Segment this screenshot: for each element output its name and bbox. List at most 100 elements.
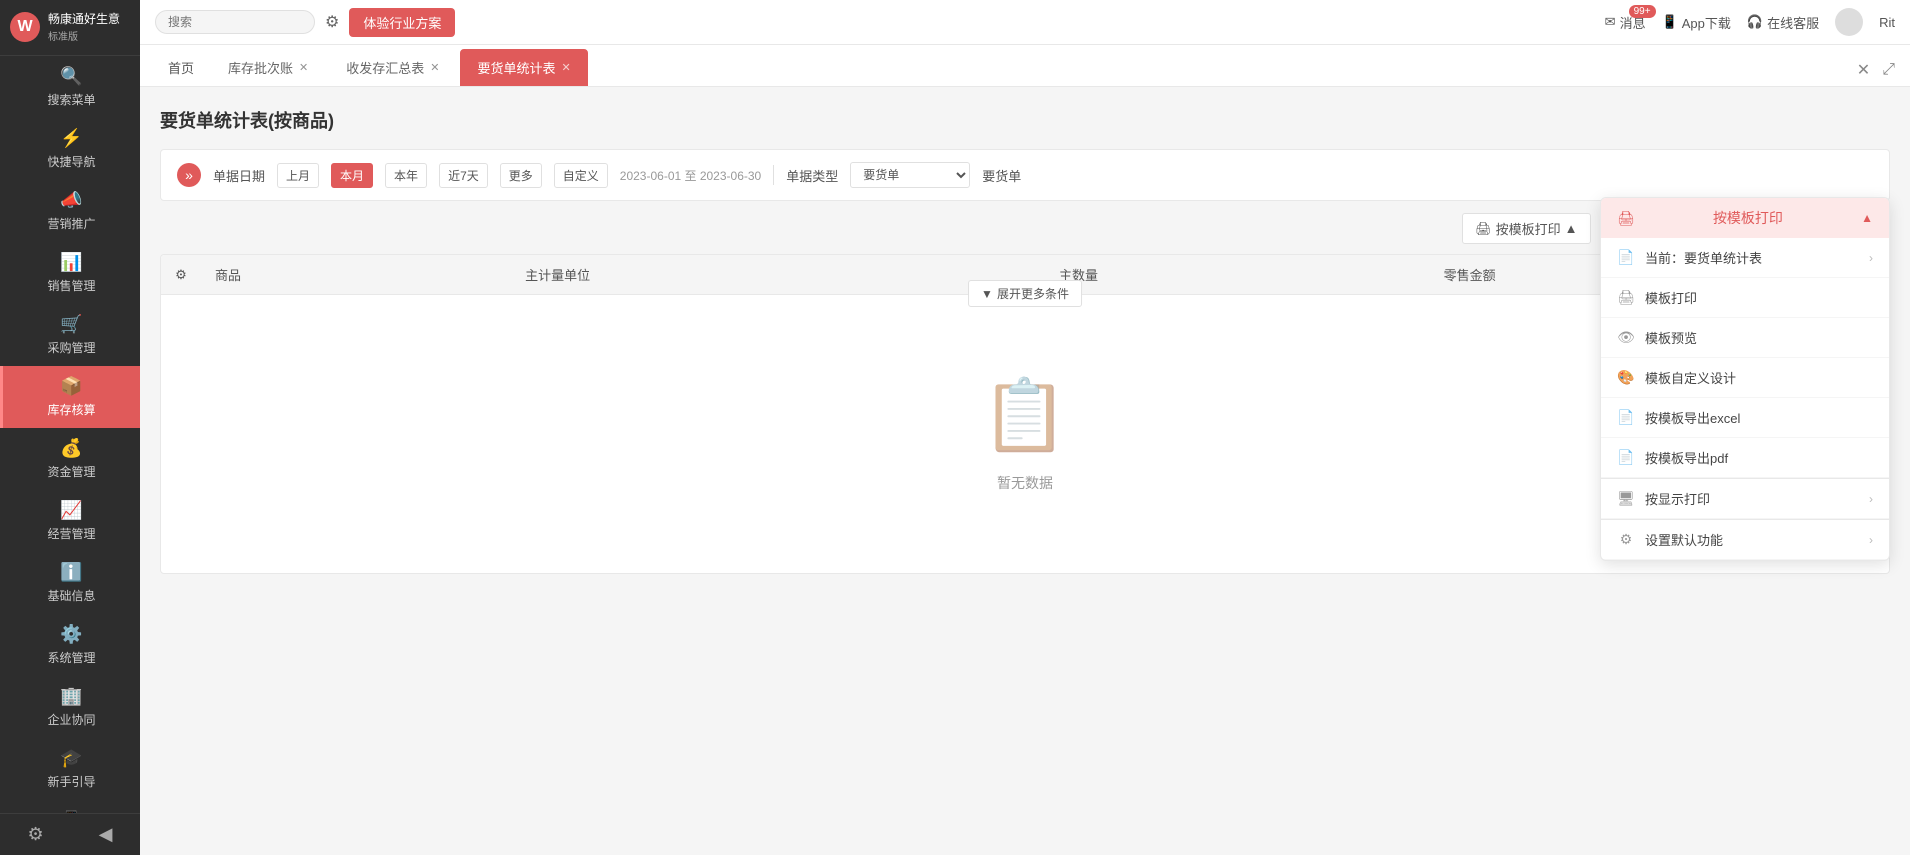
type-select[interactable]: 要货单 (850, 162, 970, 188)
table-header-settings[interactable]: ⚙ (161, 255, 201, 295)
inventory-icon: 📦 (60, 376, 82, 397)
date-btn-custom[interactable]: 自定义 (554, 163, 608, 188)
dropdown-printer-icon: 🖨 (1617, 210, 1635, 227)
dropdown-template-pdf-label: 按模板导出pdf (1645, 448, 1728, 467)
dropdown-current-arrow: › (1869, 251, 1873, 265)
marketing-icon: 📣 (60, 190, 82, 211)
sales-icon: 📊 (60, 252, 82, 273)
dropdown-current[interactable]: 📄 当前：要货单统计表 › (1601, 238, 1889, 278)
dropdown-template-preview[interactable]: 👁 模板预览 (1601, 318, 1889, 358)
trial-button[interactable]: 体验行业方案 (349, 8, 455, 37)
newguide-icon: 🎓 (60, 748, 82, 769)
sidebar-item-search[interactable]: 🔍 搜索菜单 (0, 56, 140, 118)
tab-inventory-batch[interactable]: 库存批次账 ✕ (211, 49, 325, 86)
topbar-right: ✉ 消息 99+ 📱 App下载 🎧 在线客服 Rit (1605, 8, 1895, 36)
tab-purchase-summary-close[interactable]: ✕ (562, 61, 571, 74)
app-download-btn[interactable]: 📱 App下载 (1662, 13, 1731, 32)
basic-icon: ℹ️ (60, 562, 82, 583)
dropdown-default-arrow: › (1869, 533, 1873, 547)
sidebar-item-sales[interactable]: 📊 销售管理 (0, 242, 140, 304)
sidebar-item-basic[interactable]: ℹ️ 基础信息 (0, 552, 140, 614)
sidebar-item-operations[interactable]: 📈 经营管理 (0, 490, 140, 552)
settings-bottom-icon[interactable]: ⚙ (28, 824, 44, 845)
message-badge: 99+ (1629, 5, 1656, 18)
sidebar-item-label: 销售管理 (47, 277, 95, 294)
dropdown-default-func-label: 设置默认功能 (1645, 530, 1723, 549)
sidebar-item-label: 经营管理 (47, 525, 95, 542)
window-maximize-icon[interactable]: ⤢ (1882, 61, 1895, 79)
app-name: 畅康通好生意 (48, 12, 120, 28)
dropdown-template-print[interactable]: 🖨 模板打印 (1601, 278, 1889, 318)
tab-purchase-summary[interactable]: 要货单统计表 ✕ (460, 49, 587, 86)
dropdown-template-pdf[interactable]: 📄 按模板导出pdf (1601, 438, 1889, 478)
dropdown-collapse-icon[interactable]: ▲ (1861, 211, 1873, 225)
purchase-icon: 🛒 (60, 314, 82, 335)
template-preview-icon: 👁 (1617, 329, 1635, 346)
sidebar-item-newguide[interactable]: 🎓 新手引导 (0, 738, 140, 800)
tab-inventory-batch-close[interactable]: ✕ (299, 61, 308, 74)
date-btn-this-month[interactable]: 本月 (331, 163, 373, 188)
sidebar-nav: 🔍 搜索菜单 ⚡ 快捷导航 📣 营销推广 📊 销售管理 🛒 采购管理 📦 库存核… (0, 56, 140, 813)
date-btn-7days[interactable]: 近7天 (439, 163, 488, 188)
dropdown-template-excel[interactable]: 📄 按模板导出excel (1601, 398, 1889, 438)
sidebar-item-inventory[interactable]: 📦 库存核算 (0, 366, 140, 428)
window-close-icon[interactable]: ✕ (1857, 60, 1870, 80)
dropdown-default-func[interactable]: ⚙ 设置默认功能 › (1601, 519, 1889, 560)
finance-icon: 💰 (60, 438, 82, 459)
gear-icon[interactable]: ⚙ (325, 12, 339, 32)
sidebar-item-label: 基础信息 (47, 587, 95, 604)
dropdown-display-print-label: 按显示打印 (1645, 489, 1710, 508)
template-print-icon: 🖨 (1617, 289, 1635, 306)
sidebar-item-enterprise[interactable]: 🏢 企业协同 (0, 676, 140, 738)
date-btn-this-year[interactable]: 本年 (385, 163, 427, 188)
sidebar-item-shortcut[interactable]: ⚡ 快捷导航 (0, 118, 140, 180)
filter-bar: » 单据日期 上月 本月 本年 近7天 更多 自定义 2023-06-01 至 … (160, 149, 1890, 201)
dropdown-header: 🖨 按模板打印 ▲ (1601, 198, 1889, 238)
tab-inventory-batch-label: 库存批次账 (228, 58, 293, 77)
current-template-icon: 📄 (1617, 249, 1635, 266)
tab-home[interactable]: 首页 (155, 49, 207, 86)
date-label: 单据日期 (213, 166, 265, 185)
table-settings-icon[interactable]: ⚙ (175, 267, 187, 282)
tab-collection-summary[interactable]: 收发存汇总表 ✕ (329, 49, 456, 86)
date-btn-last-month[interactable]: 上月 (277, 163, 319, 188)
filter-toggle-btn[interactable]: » (177, 163, 201, 187)
search-icon: 🔍 (60, 66, 82, 87)
date-range: 2023-06-01 至 2023-06-30 (620, 167, 761, 184)
dropdown-header-label: 按模板打印 (1713, 208, 1783, 228)
dropdown-template-design[interactable]: 🎨 模板自定义设计 (1601, 358, 1889, 398)
chevron-up-icon: ▲ (1565, 221, 1578, 236)
app-badge: 标准版 (48, 28, 120, 43)
sidebar-item-label: 库存核算 (47, 401, 95, 418)
sidebar-item-purchase[interactable]: 🛒 采购管理 (0, 304, 140, 366)
window-controls: ✕ ⤢ (1857, 60, 1895, 86)
online-service-btn[interactable]: 🎧 在线客服 (1747, 13, 1819, 32)
print-btn[interactable]: 🖨 按模板打印 ▲ (1462, 213, 1590, 244)
message-btn[interactable]: ✉ 消息 99+ (1605, 13, 1646, 32)
dropdown-current-label: 当前：要货单统计表 (1645, 248, 1762, 267)
template-pdf-icon: 📄 (1617, 449, 1635, 466)
dropdown-display-print[interactable]: 🖥 按显示打印 › (1601, 478, 1889, 519)
sidebar-item-label: 资金管理 (47, 463, 95, 480)
default-func-icon: ⚙ (1617, 531, 1635, 548)
date-btn-more[interactable]: 更多 (500, 163, 542, 188)
content-area: 要货单统计表(按商品) » 单据日期 上月 本月 本年 近7天 更多 自定义 2… (140, 87, 1910, 855)
avatar[interactable] (1835, 8, 1863, 36)
sidebar-item-system[interactable]: ⚙️ 系统管理 (0, 614, 140, 676)
type-label: 单据类型 (786, 166, 838, 185)
sidebar-item-finance[interactable]: 💰 资金管理 (0, 428, 140, 490)
expand-conditions-btn[interactable]: ▼ 展开更多条件 (968, 280, 1082, 307)
sidebar-logo: W 畅康通好生意 标准版 (0, 0, 140, 56)
table-header-unit: 主计量单位 (511, 255, 1045, 295)
tab-collection-summary-close[interactable]: ✕ (430, 61, 439, 74)
sidebar-item-marketing[interactable]: 📣 营销推广 (0, 180, 140, 242)
template-excel-icon: 📄 (1617, 409, 1635, 426)
collapse-icon[interactable]: ◀ (99, 824, 113, 845)
goods-label: 要货单 (982, 166, 1021, 185)
dropdown-template-excel-label: 按模板导出excel (1645, 408, 1740, 427)
tab-purchase-summary-label: 要货单统计表 (477, 58, 555, 77)
main-area: ⚙ 体验行业方案 ✉ 消息 99+ 📱 App下载 🎧 在线客服 Rit 首页 (140, 0, 1910, 855)
sidebar-item-appstore[interactable]: 📱 应用中心 (0, 800, 140, 813)
system-icon: ⚙️ (60, 624, 82, 645)
search-input[interactable] (155, 10, 315, 34)
